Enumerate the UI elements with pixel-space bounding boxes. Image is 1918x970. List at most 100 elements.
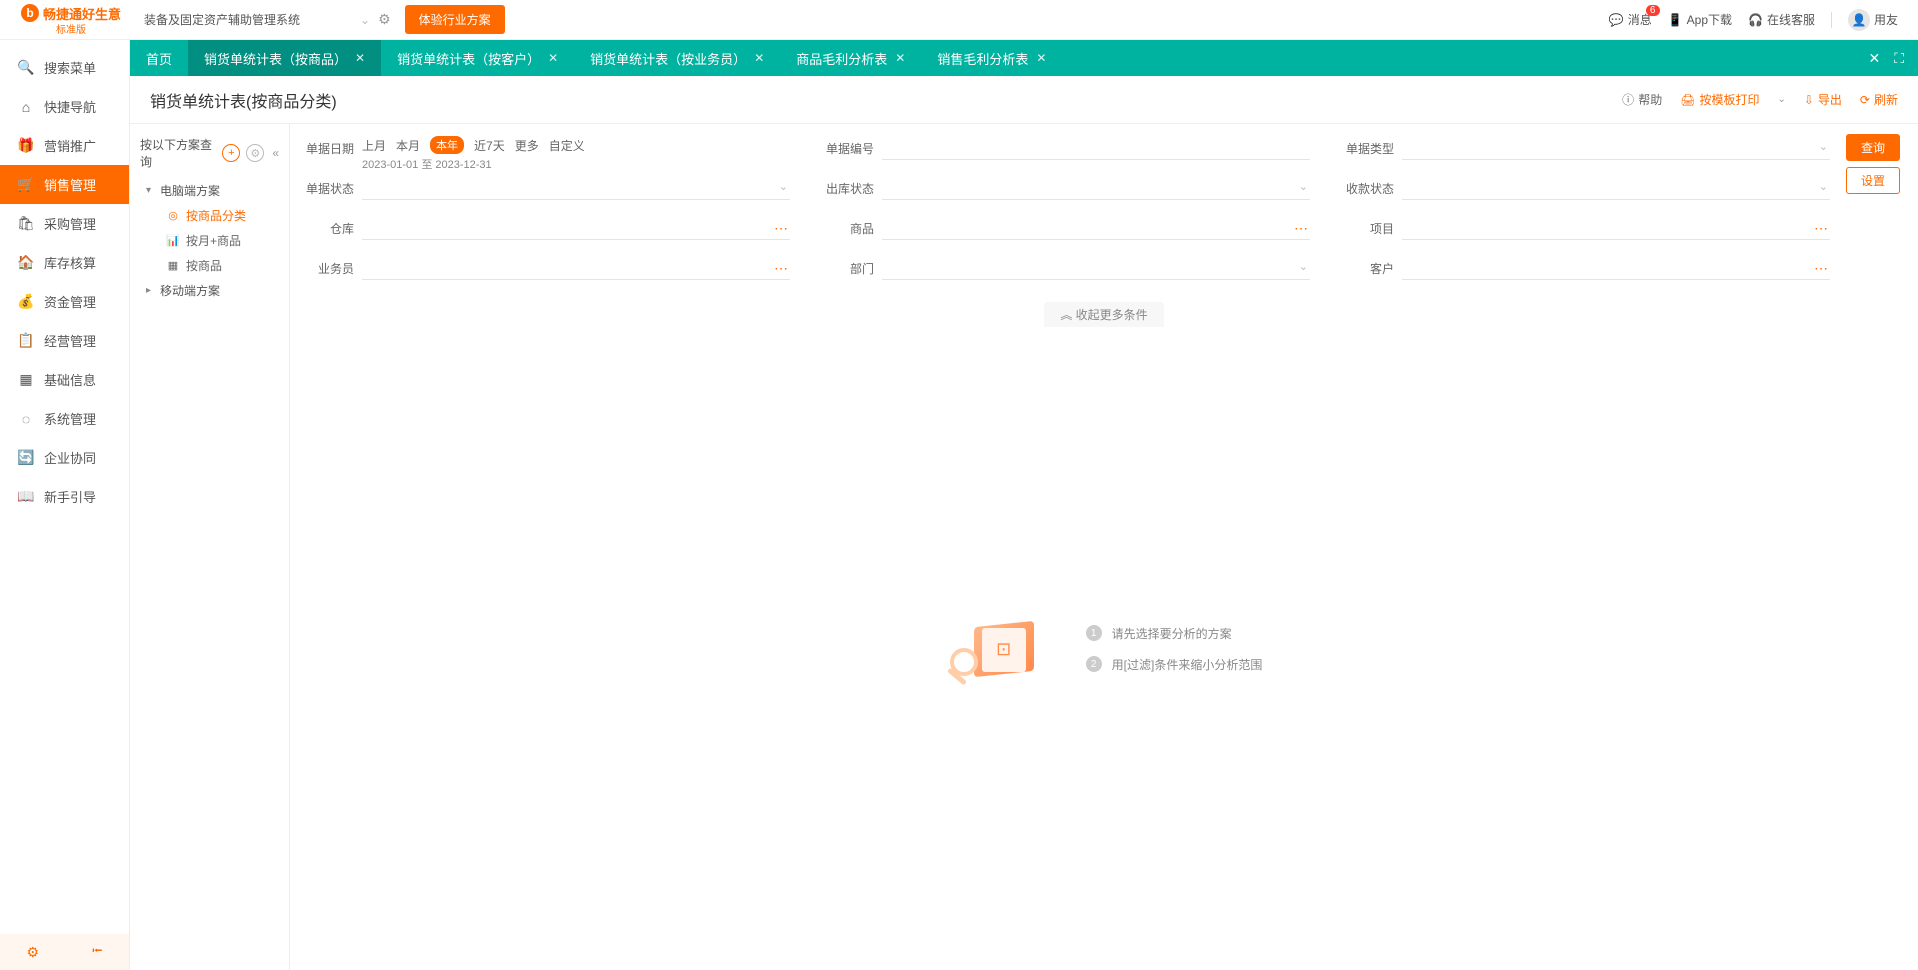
filter-label: 项目	[1338, 216, 1394, 237]
sidebar-item-8[interactable]: ▦基础信息	[0, 360, 129, 399]
collapse-label: 收起更多条件	[1076, 308, 1148, 322]
gear-icon[interactable]: ⚙	[378, 11, 391, 28]
plan-item-label: 按商品分类	[186, 207, 246, 224]
sidebar-item-4[interactable]: 🛍采购管理	[0, 204, 129, 243]
export-icon: ⇩	[1804, 93, 1814, 107]
print-label: 按模板打印	[1699, 91, 1759, 108]
sidebar-item-3[interactable]: 🛒销售管理	[0, 165, 129, 204]
plan-settings-button[interactable]: ⚙	[246, 144, 264, 162]
date-option-1[interactable]: 本月	[396, 137, 420, 154]
app-download-button[interactable]: 📱 App下载	[1668, 11, 1732, 28]
sidebar-item-11[interactable]: 📖新手引导	[0, 477, 129, 516]
chevron-down-icon: ⌄	[1819, 140, 1828, 153]
plan-item-0-1[interactable]: 📊按月+商品	[136, 228, 283, 253]
sidebar-item-2[interactable]: 🎁营销推广	[0, 126, 129, 165]
top-bar: b 畅捷通好生意 标准版 装备及固定资产辅助管理系统 ⌄ ⚙ 体验行业方案 💬 …	[0, 0, 1918, 40]
date-option-3[interactable]: 近7天	[474, 137, 505, 154]
sidebar-item-1[interactable]: ⌂快捷导航	[0, 87, 129, 126]
sidebar-footer: ⚙ ⭰	[0, 934, 129, 970]
close-icon[interactable]: ✕	[1036, 51, 1046, 65]
more-icon: ⋯	[1814, 260, 1828, 277]
settings-button[interactable]: 设置	[1846, 167, 1900, 194]
refresh-label: 刷新	[1874, 91, 1898, 108]
phone-icon: 📱	[1668, 13, 1683, 27]
customer-picker[interactable]: ⋯	[1402, 256, 1830, 280]
avatar-icon: 👤	[1848, 9, 1870, 31]
system-name: 装备及固定资产辅助管理系统	[144, 11, 300, 28]
tab-0[interactable]: 首页	[130, 40, 188, 76]
project-picker[interactable]: ⋯	[1402, 216, 1830, 240]
warehouse-picker[interactable]: ⋯	[362, 216, 790, 240]
close-icon[interactable]: ✕	[754, 51, 764, 65]
close-icon[interactable]: ✕	[355, 51, 365, 65]
tab-label: 销货单统计表（按商品）	[204, 49, 347, 68]
print-dropdown-icon[interactable]: ⌄	[1777, 94, 1785, 105]
salesman-picker[interactable]: ⋯	[362, 256, 790, 280]
filter-department: 部门 ⌄	[818, 256, 1310, 292]
filter-warehouse: 仓库 ⋯	[298, 216, 790, 252]
messages-button[interactable]: 💬 消息 6	[1609, 11, 1652, 28]
close-icon[interactable]: ✕	[895, 51, 905, 65]
user-menu[interactable]: 👤 用友	[1848, 9, 1898, 31]
export-button[interactable]: ⇩ 导出	[1804, 91, 1842, 108]
empty-step-2: 2 用[过滤]条件来缩小分析范围	[1086, 656, 1263, 673]
gift-icon: 🎁	[18, 138, 34, 154]
print-button[interactable]: 🖨 按模板打印	[1680, 91, 1759, 108]
refresh-icon: ⟳	[1860, 93, 1870, 107]
messages-badge: 6	[1646, 5, 1660, 16]
filter-label: 业务员	[298, 256, 354, 277]
doc-no-input[interactable]	[882, 136, 1310, 160]
product-picker[interactable]: ⋯	[882, 216, 1310, 240]
date-option-2[interactable]: 本年	[430, 136, 464, 154]
sidebar-item-label: 系统管理	[44, 409, 96, 428]
caret-right-icon: ▸	[146, 285, 156, 296]
tab-label: 销货单统计表（按客户）	[397, 49, 540, 68]
online-service-button[interactable]: 🎧 在线客服	[1748, 11, 1815, 28]
system-dropdown[interactable]: 装备及固定资产辅助管理系统 ⌄	[144, 11, 370, 28]
tab-3[interactable]: 销货单统计表（按业务员）✕	[574, 40, 780, 76]
out-status-select[interactable]: ⌄	[882, 176, 1310, 200]
query-button[interactable]: 查询	[1846, 134, 1900, 161]
plan-group-1[interactable]: ▸移动端方案	[136, 278, 283, 303]
date-option-0[interactable]: 上月	[362, 137, 386, 154]
tab-bar: 首页销货单统计表（按商品）✕销货单统计表（按客户）✕销货单统计表（按业务员）✕商…	[130, 40, 1918, 76]
tab-5[interactable]: 销售毛利分析表✕	[921, 40, 1062, 76]
collapse-filters-button[interactable]: ︽ 收起更多条件	[1044, 302, 1164, 327]
plan-item-0-2[interactable]: ▦按商品	[136, 253, 283, 278]
sidebar-item-0[interactable]: 🔍搜索菜单	[0, 48, 129, 87]
fullscreen-icon[interactable]: ⛶	[1894, 50, 1904, 67]
filter-doc-type: 单据类型 ⌄	[1338, 136, 1830, 172]
collapse-sidebar-icon[interactable]: ⭰	[92, 940, 103, 964]
settings-icon[interactable]: ⚙	[26, 944, 39, 961]
sidebar-item-label: 基础信息	[44, 370, 96, 389]
doc-status-select[interactable]: ⌄	[362, 176, 790, 200]
empty-illustration: ⊡	[946, 604, 1056, 694]
close-icon[interactable]: ✕	[548, 51, 558, 65]
pay-status-select[interactable]: ⌄	[1402, 176, 1830, 200]
date-range-text: 2023-01-01 至 2023-12-31	[362, 156, 585, 172]
chevron-down-icon: ⌄	[360, 13, 370, 27]
tab-2[interactable]: 销货单统计表（按客户） ✕	[381, 40, 574, 76]
service-label: 在线客服	[1767, 11, 1815, 28]
tab-4[interactable]: 商品毛利分析表✕	[780, 40, 921, 76]
more-icon: ⋯	[774, 260, 788, 277]
refresh-button[interactable]: ⟳ 刷新	[1860, 91, 1898, 108]
add-plan-button[interactable]: +	[222, 144, 240, 162]
plan-item-label: 按商品	[186, 257, 222, 274]
collapse-plan-panel-icon[interactable]: «	[272, 146, 279, 160]
sidebar-item-10[interactable]: 🔄企业协同	[0, 438, 129, 477]
close-all-tabs-icon[interactable]: ✕	[1868, 50, 1880, 67]
industry-plan-button[interactable]: 体验行业方案	[405, 5, 505, 34]
sidebar-item-6[interactable]: 💰资金管理	[0, 282, 129, 321]
sidebar-item-7[interactable]: 📋经营管理	[0, 321, 129, 360]
tab-1[interactable]: 销货单统计表（按商品） ✕	[188, 40, 381, 76]
plan-group-0[interactable]: ▾电脑端方案	[136, 178, 283, 203]
sidebar-item-5[interactable]: 🏠库存核算	[0, 243, 129, 282]
doc-type-select[interactable]: ⌄	[1402, 136, 1830, 160]
department-select[interactable]: ⌄	[882, 256, 1310, 280]
sidebar-item-9[interactable]: ◌系统管理	[0, 399, 129, 438]
plan-item-0-0[interactable]: ◎按商品分类	[136, 203, 283, 228]
help-button[interactable]: ⓘ 帮助	[1622, 91, 1662, 108]
date-option-4[interactable]: 更多	[515, 137, 539, 154]
date-option-5[interactable]: 自定义	[549, 137, 585, 154]
